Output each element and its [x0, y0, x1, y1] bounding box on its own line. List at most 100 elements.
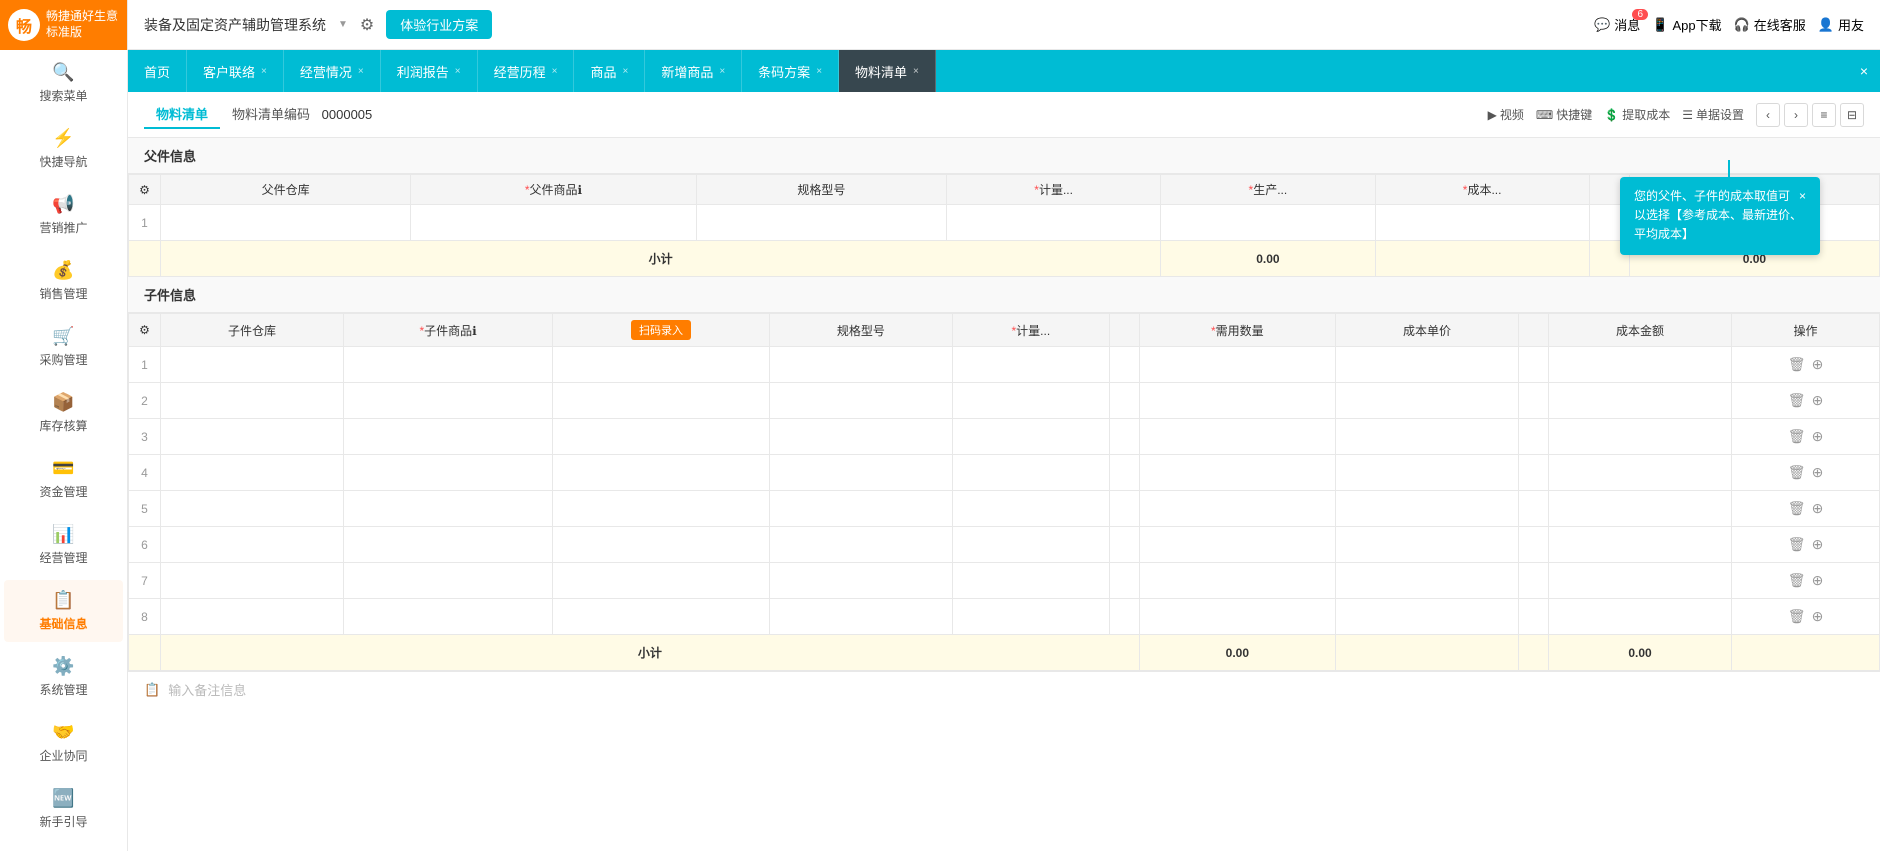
parent-cost-1[interactable]: [1375, 205, 1589, 241]
child-goods-1[interactable]: [344, 347, 553, 383]
sub-tab-actions: ▶ 视频 ⌨ 快捷键 💲 提取成本 ☰ 单据设置 ‹ ›: [1488, 103, 1864, 127]
user-button[interactable]: 👤 用友: [1818, 15, 1864, 34]
child-scan-1: [553, 347, 770, 383]
notes-placeholder[interactable]: 输入备注信息: [168, 680, 246, 699]
app-download-button[interactable]: 📱 App下载: [1652, 15, 1721, 34]
tab-goods[interactable]: 商品 ×: [574, 50, 645, 92]
copy-icon-8[interactable]: ⊕: [1812, 608, 1824, 625]
logo-text: 畅捷通好生意 标准版: [46, 9, 118, 40]
sidebar-item-system[interactable]: ⚙️ 系统管理: [4, 646, 123, 708]
sidebar-item-finance[interactable]: 💳 资金管理: [4, 448, 123, 510]
parent-col-settings[interactable]: ⚙: [129, 175, 161, 205]
child-spec-1[interactable]: [769, 347, 952, 383]
trial-button[interactable]: 体验行业方案: [386, 10, 492, 39]
tab-business[interactable]: 经营情况 ×: [284, 50, 381, 92]
message-icon: 💬: [1594, 17, 1610, 33]
child-qty-1[interactable]: [1139, 347, 1335, 383]
child-unit-1[interactable]: [952, 347, 1109, 383]
marketing-icon: 📢: [52, 194, 74, 215]
shortcut-action[interactable]: ⌨ 快捷键: [1536, 106, 1592, 123]
gear-icon[interactable]: ⚙: [360, 15, 374, 35]
child-unit-cost-1[interactable]: [1335, 347, 1518, 383]
basic-icon: 📋: [52, 590, 74, 611]
sidebar-item-marketing[interactable]: 📢 营销推广: [4, 184, 123, 246]
delete-icon-1[interactable]: 🗑: [1788, 356, 1806, 373]
parent-warehouse-1[interactable]: [161, 205, 411, 241]
parent-unit-1[interactable]: [946, 205, 1160, 241]
child-row-7: 7 🗑⊕: [129, 563, 1880, 599]
delete-icon-2[interactable]: 🗑: [1788, 392, 1806, 409]
parent-subtotal-label: [129, 241, 161, 277]
sub-tab-bom-code[interactable]: 物料清单编码 0000005: [220, 100, 384, 129]
parent-goods-1[interactable]: [411, 205, 697, 241]
sidebar-item-basic[interactable]: 📋 基础信息: [4, 580, 123, 642]
tab-barcode[interactable]: 条码方案 ×: [742, 50, 839, 92]
parent-row-num-1: 1: [129, 205, 161, 241]
delete-icon-7[interactable]: 🗑: [1788, 572, 1806, 589]
sub-tab-bom-list[interactable]: 物料清单: [144, 100, 220, 129]
copy-icon-5[interactable]: ⊕: [1812, 500, 1824, 517]
video-action[interactable]: ▶ 视频: [1488, 106, 1524, 123]
sidebar-item-enterprise[interactable]: 🤝 企业协同: [4, 712, 123, 774]
child-subtotal-label: 小计: [161, 635, 1140, 671]
delete-icon-6[interactable]: 🗑: [1788, 536, 1806, 553]
message-button[interactable]: 💬 消息 6: [1594, 15, 1640, 34]
keyboard-icon: ⌨: [1536, 108, 1553, 122]
close-all-tabs[interactable]: ×: [1848, 63, 1880, 79]
sidebar-item-sales[interactable]: 💰 销售管理: [4, 250, 123, 312]
delete-icon-8[interactable]: 🗑: [1788, 608, 1806, 625]
tab-barcode-close[interactable]: ×: [816, 66, 822, 77]
copy-icon-1[interactable]: ⊕: [1812, 356, 1824, 373]
ops-icon: 📊: [52, 524, 74, 545]
tab-history-close[interactable]: ×: [552, 66, 558, 77]
nav-next[interactable]: ›: [1784, 103, 1808, 127]
tooltip-close[interactable]: ×: [1799, 187, 1806, 206]
copy-icon-4[interactable]: ⊕: [1812, 464, 1824, 481]
scan-button[interactable]: 扫码录入: [631, 320, 691, 340]
tab-profit-close[interactable]: ×: [455, 66, 461, 77]
nav-list[interactable]: ≡: [1812, 103, 1836, 127]
tab-customer[interactable]: 客户联络 ×: [187, 50, 284, 92]
sidebar-item-purchase[interactable]: 🛒 采购管理: [4, 316, 123, 378]
nav-close[interactable]: ⊟: [1840, 103, 1864, 127]
tab-profit[interactable]: 利润报告 ×: [381, 50, 478, 92]
parent-col-spec: 规格型号: [696, 175, 946, 205]
tab-new-goods-close[interactable]: ×: [719, 66, 725, 77]
nav-prev[interactable]: ‹: [1756, 103, 1780, 127]
copy-icon-6[interactable]: ⊕: [1812, 536, 1824, 553]
child-warehouse-1[interactable]: [161, 347, 344, 383]
sidebar-item-inventory[interactable]: 📦 库存核算: [4, 382, 123, 444]
child-action-7: 🗑⊕: [1732, 563, 1880, 599]
copy-icon-3[interactable]: ⊕: [1812, 428, 1824, 445]
tab-bom[interactable]: 物料清单 ×: [839, 50, 936, 92]
delete-icon-3[interactable]: 🗑: [1788, 428, 1806, 445]
tab-new-goods[interactable]: 新增商品 ×: [645, 50, 742, 92]
settings-action[interactable]: ☰ 单据设置: [1682, 106, 1744, 123]
child-col-qty: *需用数量: [1139, 314, 1335, 347]
service-button[interactable]: 🎧 在线客服: [1734, 15, 1806, 34]
parent-production-1[interactable]: [1161, 205, 1375, 241]
sidebar-item-quick-nav[interactable]: ⚡ 快捷导航: [4, 118, 123, 180]
top-header: 装备及固定资产辅助管理系统 ▼ ⚙ 体验行业方案 💬 消息 6 📱 App下载 …: [128, 0, 1880, 50]
child-col-settings[interactable]: ⚙: [129, 314, 161, 347]
parent-spec-1[interactable]: [696, 205, 946, 241]
cost-action[interactable]: 💲 提取成本: [1604, 106, 1670, 123]
delete-icon-4[interactable]: 🗑: [1788, 464, 1806, 481]
tab-bom-close[interactable]: ×: [913, 66, 919, 77]
child-action-5: 🗑⊕: [1732, 491, 1880, 527]
parent-col-cost: *成本...: [1375, 175, 1589, 205]
sidebar-item-guide[interactable]: 🆕 新手引导: [4, 778, 123, 840]
tab-home[interactable]: 首页: [128, 50, 187, 92]
copy-icon-7[interactable]: ⊕: [1812, 572, 1824, 589]
tab-goods-close[interactable]: ×: [622, 66, 628, 77]
sidebar-item-ops[interactable]: 📊 经营管理: [4, 514, 123, 576]
copy-icon-2[interactable]: ⊕: [1812, 392, 1824, 409]
main-area: 装备及固定资产辅助管理系统 ▼ ⚙ 体验行业方案 💬 消息 6 📱 App下载 …: [128, 0, 1880, 851]
tab-business-close[interactable]: ×: [358, 66, 364, 77]
tab-history[interactable]: 经营历程 ×: [478, 50, 575, 92]
logo-icon: 畅: [8, 9, 40, 41]
tab-customer-close[interactable]: ×: [261, 66, 267, 77]
dropdown-arrow[interactable]: ▼: [338, 19, 348, 30]
delete-icon-5[interactable]: 🗑: [1788, 500, 1806, 517]
sidebar-item-search[interactable]: 🔍 搜索菜单: [4, 52, 123, 114]
